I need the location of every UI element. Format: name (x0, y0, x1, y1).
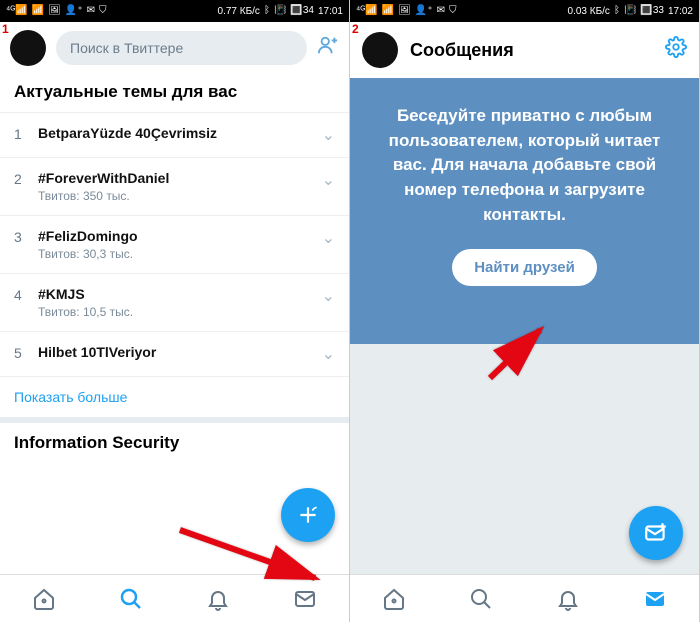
onboarding-panel: Беседуйте приватно с любым пользователем… (350, 78, 699, 344)
add-person-icon[interactable] (317, 34, 339, 62)
avatar[interactable] (362, 32, 398, 68)
trend-item[interactable]: 1 BetparaYüzde 40Çevrimsiz ⌄ (0, 113, 349, 158)
screenshot-left: ⁴ᴳ📶 📶 🖼 👤⁺ ✉ ⛉ 0.77 КБ/с ᛒ 📳 🔳34 17:01 1… (0, 0, 350, 622)
status-bar: ⁴ᴳ📶 📶 🖼 👤⁺ ✉ ⛉ 0.03 КБ/с ᛒ 📳 🔳33 17:02 (350, 0, 699, 22)
chevron-down-icon[interactable]: ⌄ (322, 170, 335, 190)
signal-icon: ⁴ᴳ📶 (6, 6, 28, 16)
clock: 17:02 (668, 6, 693, 17)
shield-icon: ⛉ (99, 6, 107, 16)
vibrate-icon: 📳 (624, 6, 636, 16)
find-friends-button[interactable]: Найти друзей (452, 249, 597, 286)
tab-home[interactable] (0, 575, 87, 622)
tab-notifications[interactable] (175, 575, 262, 622)
chevron-down-icon[interactable]: ⌄ (322, 286, 335, 306)
empty-area (350, 344, 699, 574)
show-more-link[interactable]: Показать больше (0, 377, 349, 423)
tab-bar (0, 574, 349, 622)
battery-icon: 🔳34 (290, 6, 314, 16)
person-add-icon: 👤⁺ (415, 6, 433, 16)
tab-search[interactable] (87, 575, 174, 622)
gear-icon[interactable] (665, 36, 687, 64)
signal-icon: ⁴ᴳ📶 (356, 6, 378, 16)
info-security-heading: Information Security (0, 423, 349, 463)
mail-icon: ✉ (87, 6, 95, 16)
vibrate-icon: 📳 (274, 6, 286, 16)
trend-item[interactable]: 2 #ForeverWithDanielТвитов: 350 тыс. ⌄ (0, 158, 349, 216)
compose-fab[interactable] (281, 488, 335, 542)
mail-icon: ✉ (437, 6, 445, 16)
avatar[interactable] (10, 30, 46, 66)
header: Поиск в Твиттере (0, 22, 349, 74)
chevron-down-icon[interactable]: ⌄ (322, 125, 335, 145)
tab-messages[interactable] (262, 575, 349, 622)
shield-icon: ⛉ (449, 6, 457, 16)
bluetooth-icon: ᛒ (264, 6, 270, 16)
page-title: Сообщения (410, 40, 653, 61)
chevron-down-icon[interactable]: ⌄ (322, 228, 335, 248)
clock: 17:01 (318, 6, 343, 17)
bluetooth-icon: ᛒ (614, 6, 620, 16)
trend-item[interactable]: 4 #KMJSТвитов: 10,5 тыс. ⌄ (0, 274, 349, 332)
header: Сообщения (350, 22, 699, 78)
tab-search[interactable] (437, 575, 524, 622)
trends-title: Актуальные темы для вас (0, 74, 349, 113)
onboarding-text: Беседуйте приватно с любым пользователем… (374, 104, 675, 227)
person-add-icon: 👤⁺ (65, 6, 83, 16)
signal2-icon: 📶 (32, 6, 44, 16)
tab-notifications[interactable] (525, 575, 612, 622)
net-speed: 0.77 КБ/с (218, 6, 260, 17)
tab-home[interactable] (350, 575, 437, 622)
search-input[interactable]: Поиск в Твиттере (56, 31, 307, 65)
tab-bar (350, 574, 699, 622)
photo-icon: 🖼 (48, 6, 61, 16)
net-speed: 0.03 КБ/с (568, 6, 610, 17)
chevron-down-icon[interactable]: ⌄ (322, 344, 335, 364)
signal2-icon: 📶 (382, 6, 394, 16)
tab-messages[interactable] (612, 575, 699, 622)
screenshot-right: ⁴ᴳ📶 📶 🖼 👤⁺ ✉ ⛉ 0.03 КБ/с ᛒ 📳 🔳33 17:02 2… (350, 0, 700, 622)
photo-icon: 🖼 (398, 6, 411, 16)
trend-item[interactable]: 3 #FelizDomingoТвитов: 30,3 тыс. ⌄ (0, 216, 349, 274)
trend-item[interactable]: 5 Hilbet 10TlVeriyor ⌄ (0, 332, 349, 377)
annotation-marker: 2 (352, 22, 359, 36)
annotation-marker: 1 (2, 22, 9, 36)
new-message-fab[interactable] (629, 506, 683, 560)
search-placeholder: Поиск в Твиттере (70, 40, 183, 56)
battery-icon: 🔳33 (640, 6, 664, 16)
status-bar: ⁴ᴳ📶 📶 🖼 👤⁺ ✉ ⛉ 0.77 КБ/с ᛒ 📳 🔳34 17:01 (0, 0, 349, 22)
